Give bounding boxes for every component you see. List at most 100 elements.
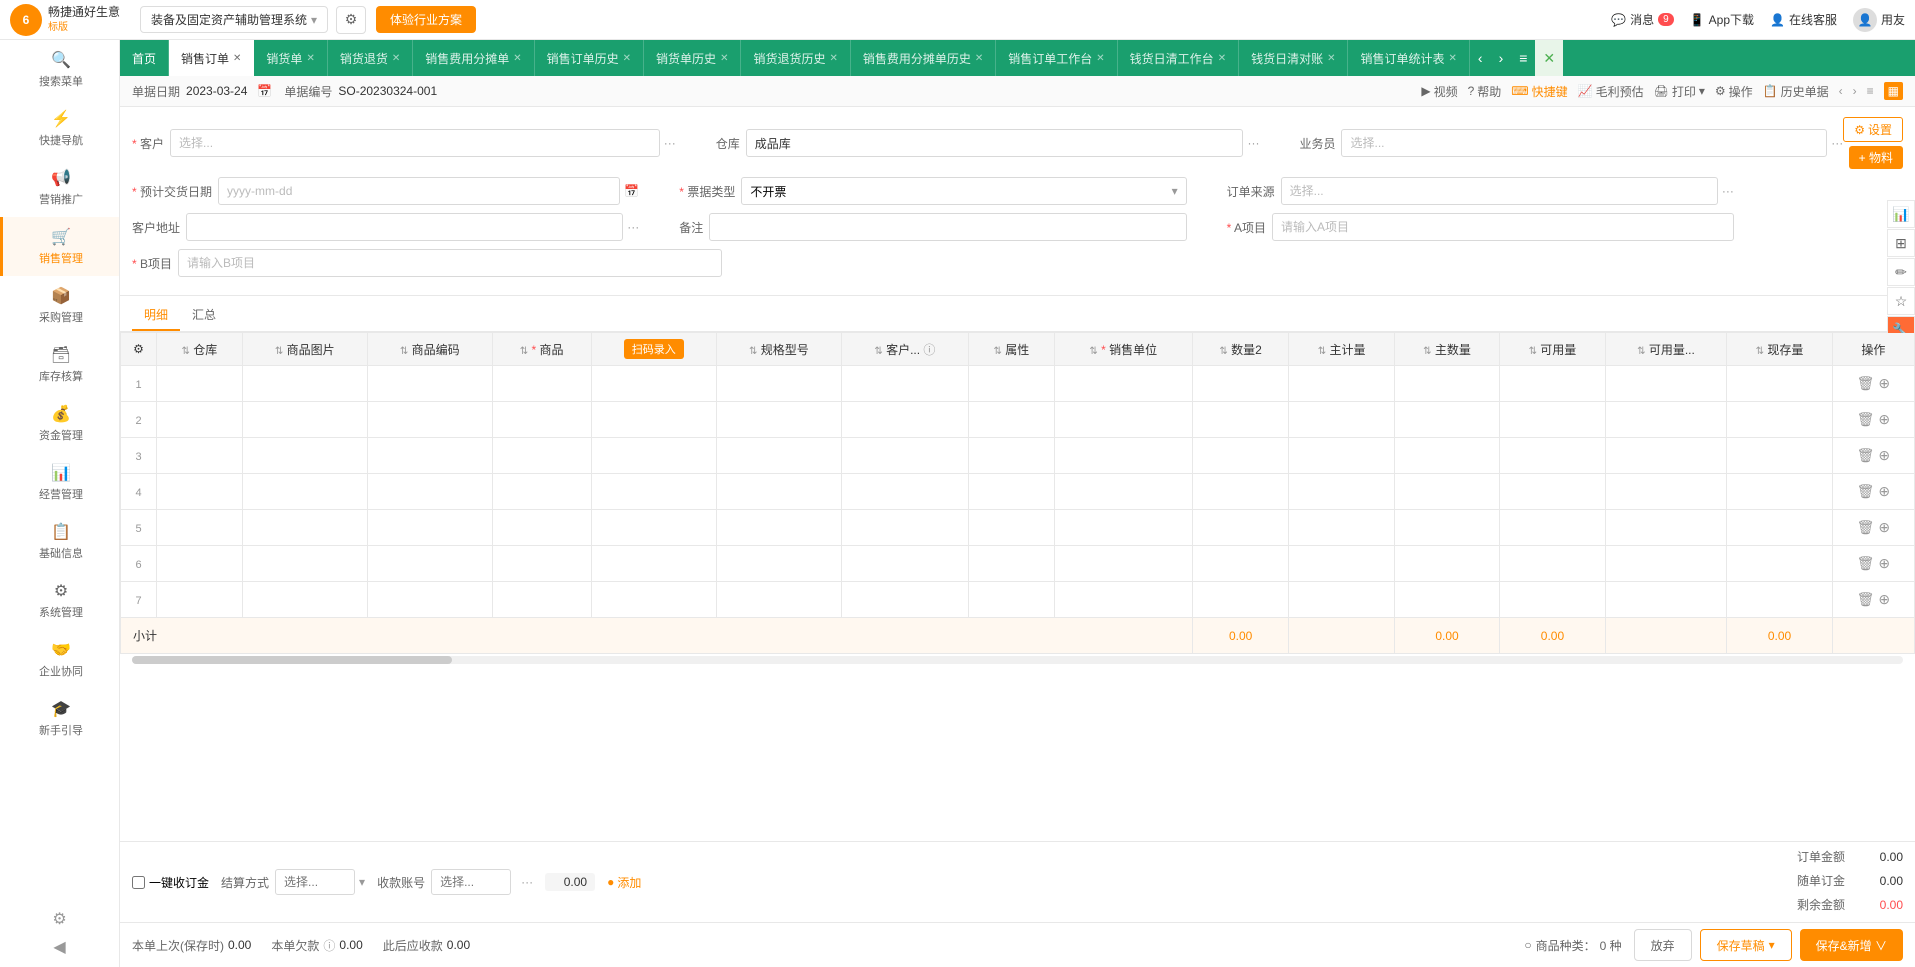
agent-input[interactable] <box>1341 129 1827 157</box>
row-copy-icon[interactable]: ⊕ <box>1878 447 1890 464</box>
tab-sales-statistics[interactable]: 销售订单统计表 ✕ <box>1348 40 1469 76</box>
tab-daily-reconcile[interactable]: 钱货日清对账 ✕ <box>1239 40 1348 76</box>
tab-close-icon[interactable]: ✕ <box>233 53 241 64</box>
row-delete-icon[interactable]: 🗑 <box>1857 519 1875 536</box>
tab-detail[interactable]: 明细 <box>132 300 180 331</box>
row-copy-icon[interactable]: ⊕ <box>1878 555 1890 572</box>
warehouse-more-icon[interactable]: ··· <box>1247 136 1259 150</box>
row-copy-icon[interactable]: ⊕ <box>1878 483 1890 500</box>
row-copy-icon[interactable]: ⊕ <box>1878 591 1890 608</box>
tab-sales-order[interactable]: 销售订单 ✕ <box>169 40 254 76</box>
sort-icon[interactable]: ⇅ <box>994 346 1002 357</box>
sidebar-item-marketing[interactable]: 📢 营销推广 <box>0 158 119 217</box>
tab-daily-workbench[interactable]: 钱货日清工作台 ✕ <box>1118 40 1239 76</box>
operations-btn[interactable]: ⚙ 操作 <box>1715 83 1753 100</box>
sidebar-item-sales[interactable]: 🛒 销售管理 <box>0 217 119 276</box>
calendar2-icon[interactable]: 📅 <box>624 184 639 198</box>
tab-close-icon[interactable]: ✕ <box>1449 53 1457 64</box>
add-material-btn[interactable]: + 物料 <box>1849 146 1903 169</box>
tab-sales-order-workbench[interactable]: 销售订单工作台 ✕ <box>996 40 1117 76</box>
tab-close-icon[interactable]: ✕ <box>1096 53 1104 64</box>
save-new-button[interactable]: 保存&新增 ∨ <box>1800 929 1903 961</box>
remarks-input[interactable] <box>709 213 1186 241</box>
invoice-select[interactable]: 不开票 ▾ <box>741 177 1186 205</box>
scan-button[interactable]: 扫码录入 <box>624 339 684 359</box>
sidebar-item-system[interactable]: ⚙ 系统管理 <box>0 571 119 630</box>
order-source-more-icon[interactable]: ··· <box>1722 184 1734 198</box>
shortcut-btn[interactable]: ⌨ 快捷键 <box>1511 83 1567 100</box>
one-click-checkbox[interactable] <box>132 876 145 889</box>
row-copy-icon[interactable]: ⊕ <box>1878 411 1890 428</box>
layout-next-icon[interactable]: › <box>1853 84 1857 98</box>
sidebar-item-inventory[interactable]: 🗃 库存核算 <box>0 335 119 394</box>
sort-icon[interactable]: ⇅ <box>1756 346 1764 357</box>
sort-icon[interactable]: ⇅ <box>520 346 528 357</box>
row-delete-icon[interactable]: 🗑 <box>1857 447 1875 464</box>
tab-close-icon[interactable]: ✕ <box>306 53 314 64</box>
a-project-input[interactable] <box>1272 213 1734 241</box>
gear-settings-icon[interactable]: ⚙ <box>336 6 366 34</box>
history-btn[interactable]: 📋 历史单据 <box>1763 83 1829 100</box>
industry-button[interactable]: 体验行业方案 <box>376 6 476 33</box>
th-settings[interactable]: ⚙ <box>121 333 157 366</box>
delivery-input[interactable] <box>218 177 620 205</box>
view-btn[interactable]: ▶ 视频 <box>1421 83 1457 100</box>
row-delete-icon[interactable]: 🗑 <box>1857 375 1875 392</box>
tab-sales-expense-history[interactable]: 销售费用分摊单历史 ✕ <box>851 40 996 76</box>
right-icon-star[interactable]: ☆ <box>1887 287 1915 315</box>
sort-icon[interactable]: ⇅ <box>275 346 283 357</box>
sidebar-item-enterprise[interactable]: 🤝 企业协同 <box>0 630 119 689</box>
online-support-item[interactable]: 👤 在线客服 <box>1770 11 1837 28</box>
layout-prev-icon[interactable]: ‹ <box>1839 84 1843 98</box>
sort-icon[interactable]: ⇅ <box>874 346 882 357</box>
system-title-selector[interactable]: 装备及固定资产辅助管理系统 ▾ <box>140 6 328 33</box>
tab-prev-button[interactable]: ‹ <box>1470 40 1491 76</box>
tab-close-icon[interactable]: ✕ <box>1218 53 1226 64</box>
sort-icon[interactable]: ⇅ <box>1529 346 1537 357</box>
tab-sales-note-history[interactable]: 销货单历史 ✕ <box>644 40 741 76</box>
scrollbar-thumb[interactable] <box>132 656 452 664</box>
agent-more-icon[interactable]: ··· <box>1831 136 1843 150</box>
tab-close-icon[interactable]: ✕ <box>392 53 400 64</box>
calendar-icon[interactable]: 📅 <box>257 84 272 98</box>
sidebar-settings-icon[interactable]: ⚙ <box>52 909 66 929</box>
tab-home[interactable]: 首页 <box>120 40 169 76</box>
sidebar-item-search[interactable]: 🔍 搜索菜单 <box>0 40 119 99</box>
message-item[interactable]: 💬 消息 9 <box>1611 11 1674 28</box>
row-delete-icon[interactable]: 🗑 <box>1857 411 1875 428</box>
help-btn[interactable]: ? 帮助 <box>1468 83 1502 100</box>
sort-icon[interactable]: ⇅ <box>182 346 190 357</box>
sidebar-item-finance[interactable]: 💰 资金管理 <box>0 394 119 453</box>
sort-icon[interactable]: ⇅ <box>1318 346 1326 357</box>
sort-icon[interactable]: ⇅ <box>1219 346 1227 357</box>
save-draft-button[interactable]: 保存草稿 ▾ <box>1700 929 1792 961</box>
horizontal-scrollbar[interactable] <box>132 656 1903 664</box>
sidebar-item-guide[interactable]: 🎓 新手引导 <box>0 689 119 748</box>
row-copy-icon[interactable]: ⊕ <box>1878 519 1890 536</box>
customer-input[interactable] <box>170 129 660 157</box>
tab-sales-return[interactable]: 销货退货 ✕ <box>328 40 413 76</box>
row-delete-icon[interactable]: 🗑 <box>1857 483 1875 500</box>
print-btn[interactable]: 🖨 打印 ▾ <box>1654 83 1705 100</box>
account-input[interactable] <box>431 869 511 895</box>
tab-close-icon[interactable]: ✕ <box>975 53 983 64</box>
sidebar-item-quicknav[interactable]: ⚡ 快捷导航 <box>0 99 119 158</box>
order-source-input[interactable] <box>1281 177 1718 205</box>
tab-close-icon[interactable]: ✕ <box>720 53 728 64</box>
customer-address-more-icon[interactable]: ··· <box>627 220 639 234</box>
row-copy-icon[interactable]: ⊕ <box>1878 375 1890 392</box>
settings-btn[interactable]: ⚙ 设置 <box>1843 117 1903 142</box>
sidebar-item-purchase[interactable]: 📦 采购管理 <box>0 276 119 335</box>
tab-close-icon[interactable]: ✕ <box>513 53 521 64</box>
tab-close-icon[interactable]: ✕ <box>1327 53 1335 64</box>
sidebar-collapse-icon[interactable]: ◀ <box>53 937 65 957</box>
tab-close-icon[interactable]: ✕ <box>623 53 631 64</box>
sort-icon[interactable]: ⇅ <box>1637 346 1645 357</box>
grid-view-icon[interactable]: ▦ <box>1884 82 1903 100</box>
profit-btn[interactable]: 📈 毛利预估 <box>1578 83 1644 100</box>
right-icon-chart[interactable]: 📊 <box>1887 200 1915 228</box>
settle-method-input[interactable] <box>275 869 355 895</box>
one-click-payment-check[interactable]: 一键收订金 <box>132 874 209 891</box>
tab-next-button[interactable]: › <box>1491 40 1512 76</box>
row-delete-icon[interactable]: 🗑 <box>1857 555 1875 572</box>
